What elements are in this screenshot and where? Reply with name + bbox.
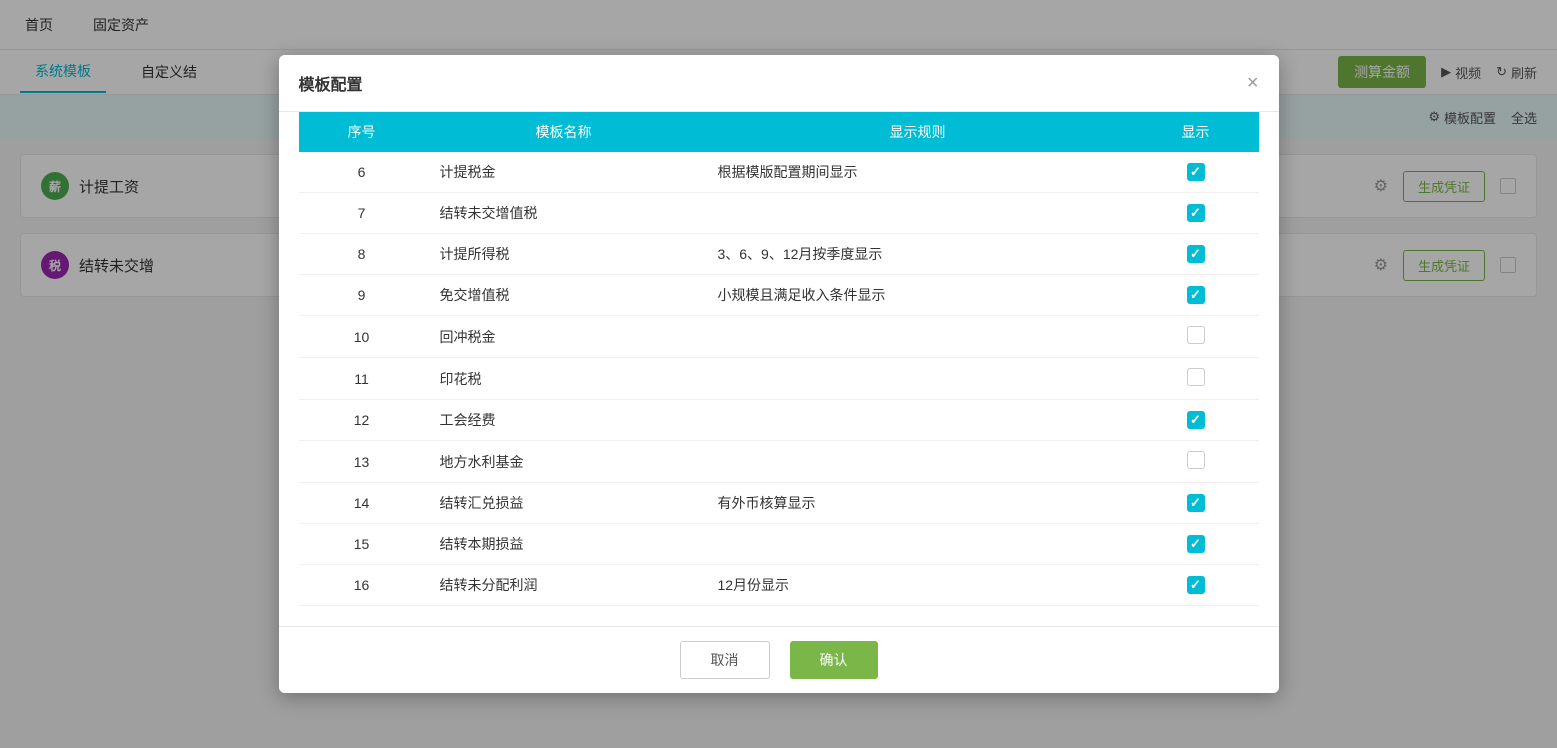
- cell-rule: [702, 524, 1132, 565]
- modal-template-config: 模板配置 × 序号 模板名称 显示规则 显示 6计提税金根据模版配置期间显示7结…: [279, 55, 1279, 693]
- cell-rule: [702, 316, 1132, 358]
- cell-checkbox[interactable]: [1133, 524, 1259, 565]
- cancel-button[interactable]: 取消: [680, 641, 770, 679]
- cell-name: 计提所得税: [424, 234, 702, 275]
- config-table: 序号 模板名称 显示规则 显示 6计提税金根据模版配置期间显示7结转未交增值税8…: [299, 112, 1259, 606]
- checkbox-checked[interactable]: [1187, 411, 1205, 429]
- cell-checkbox[interactable]: [1133, 358, 1259, 400]
- cell-checkbox[interactable]: [1133, 483, 1259, 524]
- cell-id: 7: [299, 193, 425, 234]
- checkbox-checked[interactable]: [1187, 286, 1205, 304]
- cell-name: 结转未分配利润: [424, 565, 702, 606]
- checkbox-checked[interactable]: [1187, 494, 1205, 512]
- cell-id: 8: [299, 234, 425, 275]
- cell-checkbox[interactable]: [1133, 400, 1259, 441]
- cell-name: 免交增值税: [424, 275, 702, 316]
- cell-rule: [702, 358, 1132, 400]
- table-row: 7结转未交增值税: [299, 193, 1259, 234]
- cell-name: 工会经费: [424, 400, 702, 441]
- cell-id: 10: [299, 316, 425, 358]
- cell-checkbox[interactable]: [1133, 441, 1259, 483]
- checkbox-checked[interactable]: [1187, 576, 1205, 594]
- cell-id: 6: [299, 152, 425, 193]
- cell-name: 计提税金: [424, 152, 702, 193]
- cell-rule: 有外币核算显示: [702, 483, 1132, 524]
- table-row: 11印花税: [299, 358, 1259, 400]
- table-row: 10回冲税金: [299, 316, 1259, 358]
- table-row: 12工会经费: [299, 400, 1259, 441]
- checkbox-unchecked[interactable]: [1187, 368, 1205, 386]
- confirm-button[interactable]: 确认: [790, 641, 878, 679]
- checkbox-unchecked[interactable]: [1187, 451, 1205, 469]
- cell-id: 13: [299, 441, 425, 483]
- cell-checkbox[interactable]: [1133, 275, 1259, 316]
- cell-name: 地方水利基金: [424, 441, 702, 483]
- checkbox-unchecked[interactable]: [1187, 326, 1205, 344]
- cell-id: 16: [299, 565, 425, 606]
- modal-footer: 取消 确认: [279, 626, 1279, 693]
- col-header-name: 模板名称: [424, 112, 702, 152]
- table-row: 6计提税金根据模版配置期间显示: [299, 152, 1259, 193]
- table-row: 14结转汇兑损益有外币核算显示: [299, 483, 1259, 524]
- cell-rule: 12月份显示: [702, 565, 1132, 606]
- checkbox-checked[interactable]: [1187, 204, 1205, 222]
- cell-checkbox[interactable]: [1133, 152, 1259, 193]
- table-row: 8计提所得税3、6、9、12月按季度显示: [299, 234, 1259, 275]
- cell-name: 结转汇兑损益: [424, 483, 702, 524]
- col-header-id: 序号: [299, 112, 425, 152]
- table-row: 9免交增值税小规模且满足收入条件显示: [299, 275, 1259, 316]
- modal-body[interactable]: 序号 模板名称 显示规则 显示 6计提税金根据模版配置期间显示7结转未交增值税8…: [279, 112, 1279, 626]
- cell-name: 结转本期损益: [424, 524, 702, 565]
- col-header-show: 显示: [1133, 112, 1259, 152]
- cell-rule: 根据模版配置期间显示: [702, 152, 1132, 193]
- cell-id: 11: [299, 358, 425, 400]
- cell-rule: [702, 400, 1132, 441]
- cell-name: 回冲税金: [424, 316, 702, 358]
- cell-id: 15: [299, 524, 425, 565]
- table-header-row: 序号 模板名称 显示规则 显示: [299, 112, 1259, 152]
- cell-checkbox[interactable]: [1133, 565, 1259, 606]
- cell-name: 印花税: [424, 358, 702, 400]
- modal-close-btn[interactable]: ×: [1247, 73, 1259, 93]
- modal-header: 模板配置 ×: [279, 55, 1279, 112]
- cell-rule: 3、6、9、12月按季度显示: [702, 234, 1132, 275]
- cell-rule: 小规模且满足收入条件显示: [702, 275, 1132, 316]
- cell-id: 12: [299, 400, 425, 441]
- col-header-rule: 显示规则: [702, 112, 1132, 152]
- cell-id: 14: [299, 483, 425, 524]
- cell-name: 结转未交增值税: [424, 193, 702, 234]
- cell-checkbox[interactable]: [1133, 234, 1259, 275]
- table-row: 15结转本期损益: [299, 524, 1259, 565]
- checkbox-checked[interactable]: [1187, 535, 1205, 553]
- cell-rule: [702, 193, 1132, 234]
- table-row: 16结转未分配利润12月份显示: [299, 565, 1259, 606]
- cell-rule: [702, 441, 1132, 483]
- table-row: 13地方水利基金: [299, 441, 1259, 483]
- checkbox-checked[interactable]: [1187, 245, 1205, 263]
- cell-id: 9: [299, 275, 425, 316]
- cell-checkbox[interactable]: [1133, 316, 1259, 358]
- checkbox-checked[interactable]: [1187, 163, 1205, 181]
- modal-title: 模板配置: [299, 71, 363, 95]
- cell-checkbox[interactable]: [1133, 193, 1259, 234]
